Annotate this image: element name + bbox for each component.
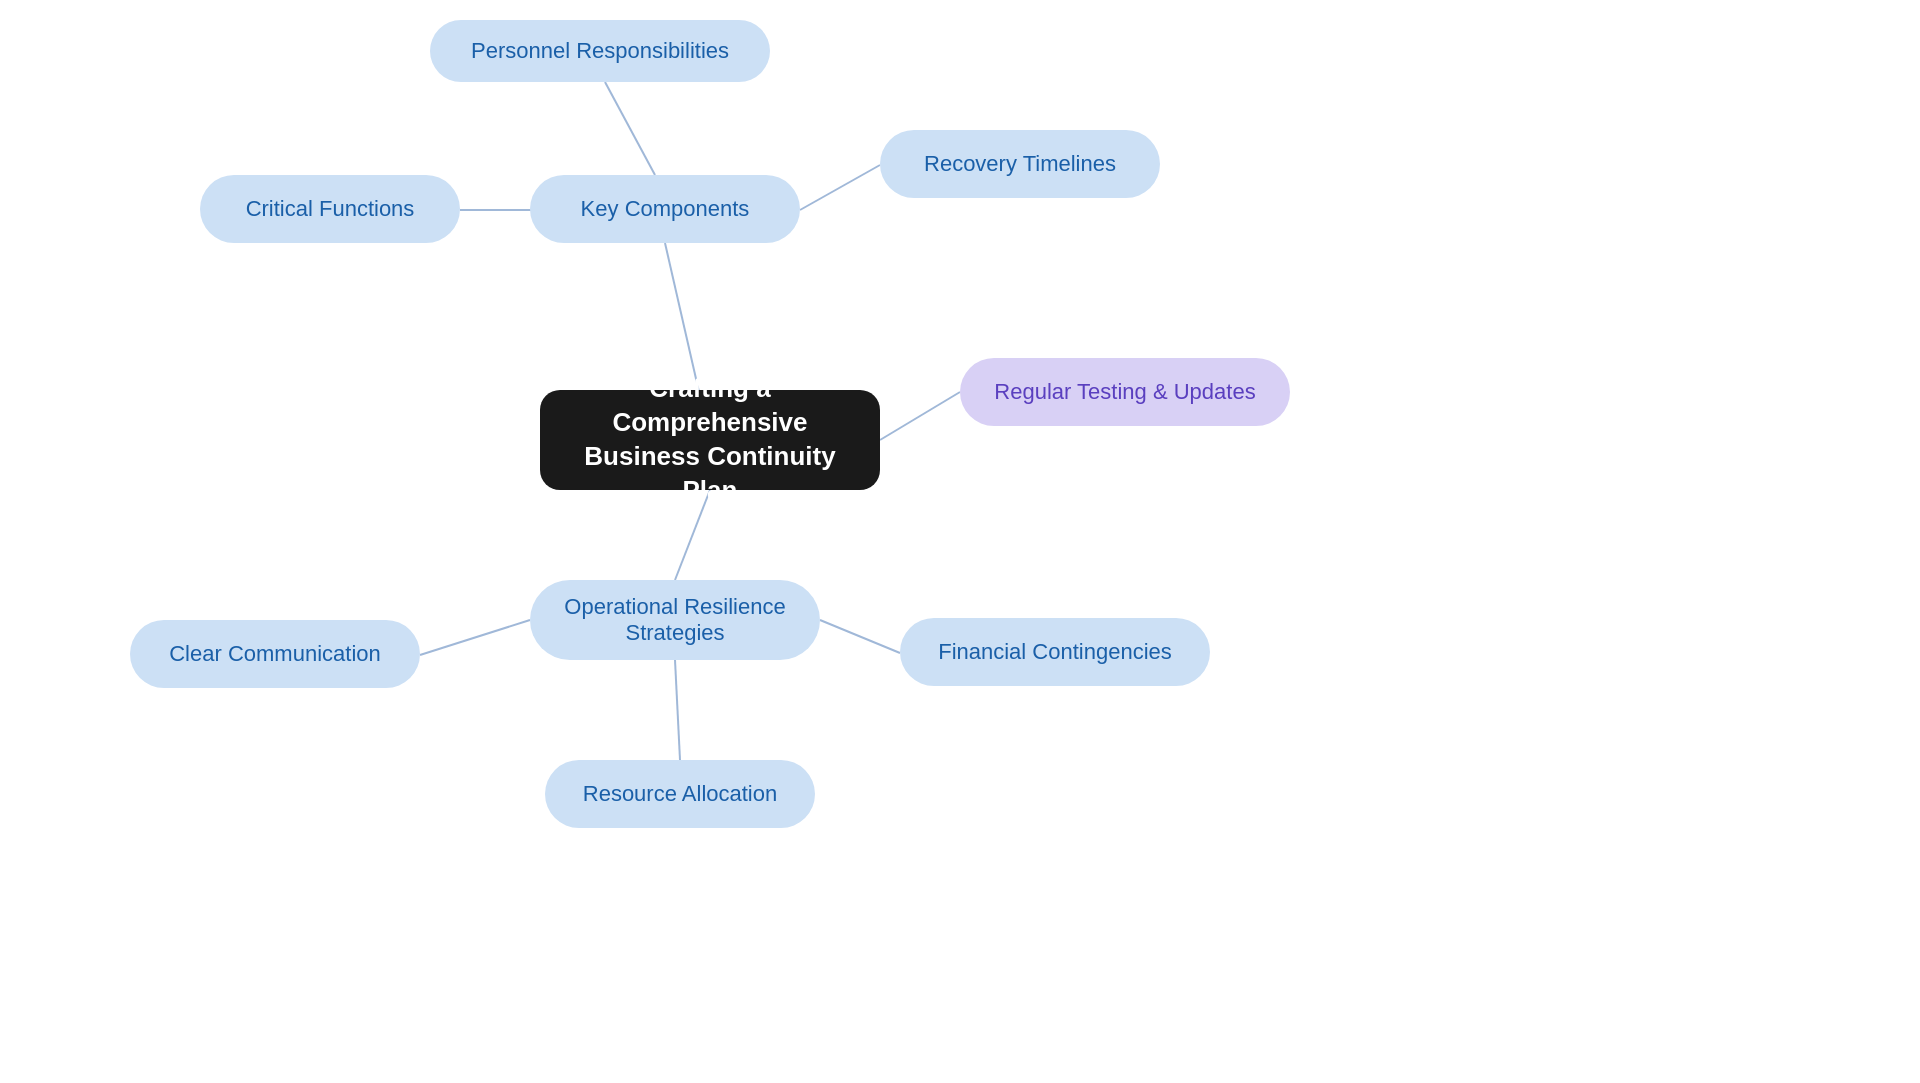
operational-resilience-label: Operational Resilience Strategies (558, 594, 792, 646)
mind-map: Crafting a Comprehensive Business Contin… (0, 0, 1920, 1083)
svg-line-7 (820, 620, 900, 653)
svg-line-8 (675, 660, 680, 760)
regular-testing-node: Regular Testing & Updates (960, 358, 1290, 426)
personnel-node: Personnel Responsibilities (430, 20, 770, 82)
center-label: Crafting a Comprehensive Business Contin… (568, 372, 852, 507)
resource-allocation-node: Resource Allocation (545, 760, 815, 828)
svg-line-6 (420, 620, 530, 655)
operational-resilience-node: Operational Resilience Strategies (530, 580, 820, 660)
clear-communication-node: Clear Communication (130, 620, 420, 688)
regular-testing-label: Regular Testing & Updates (994, 379, 1255, 405)
personnel-label: Personnel Responsibilities (471, 38, 729, 64)
clear-communication-label: Clear Communication (169, 641, 381, 667)
critical-functions-label: Critical Functions (246, 196, 415, 222)
key-components-node: Key Components (530, 175, 800, 243)
financial-contingencies-label: Financial Contingencies (938, 639, 1172, 665)
svg-line-3 (800, 165, 880, 210)
recovery-timelines-node: Recovery Timelines (880, 130, 1160, 198)
center-node: Crafting a Comprehensive Business Contin… (540, 390, 880, 490)
key-components-label: Key Components (581, 196, 750, 222)
critical-functions-node: Critical Functions (200, 175, 460, 243)
financial-contingencies-node: Financial Contingencies (900, 618, 1210, 686)
svg-line-4 (880, 392, 960, 440)
svg-line-1 (605, 82, 655, 175)
resource-allocation-label: Resource Allocation (583, 781, 777, 807)
recovery-timelines-label: Recovery Timelines (924, 151, 1116, 177)
